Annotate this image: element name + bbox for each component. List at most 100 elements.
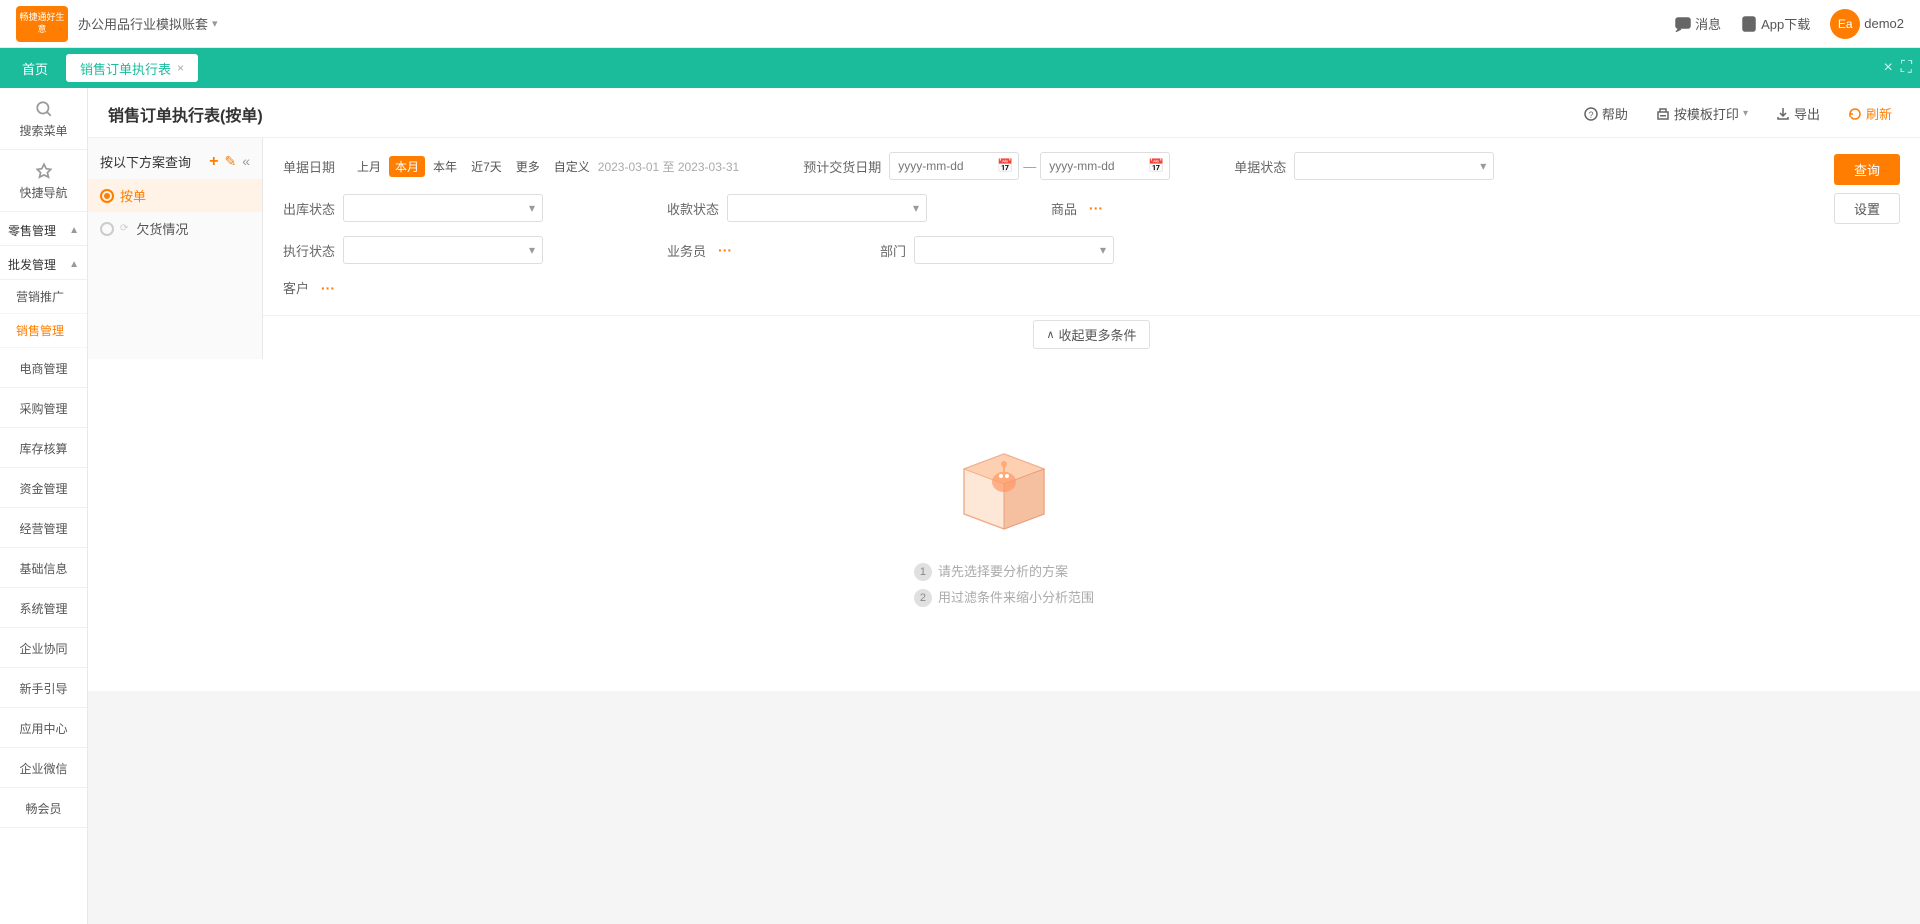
refresh-label: 刷新: [1866, 104, 1892, 123]
sidebar-item-enterprise[interactable]: 企业协同: [0, 628, 87, 668]
sidebar-item-newbie[interactable]: 新手引导: [0, 668, 87, 708]
empty-state: 1 请先选择要分析的方案 2 用过滤条件来缩小分析范围: [88, 359, 1920, 691]
nav-dropdown-icon: ▾: [212, 17, 218, 30]
user-avatar: Ea: [1830, 9, 1860, 39]
quick-date-this-year[interactable]: 本年: [427, 156, 463, 177]
message-label: 消息: [1695, 14, 1721, 33]
tab-active[interactable]: 销售订单执行表 ×: [66, 54, 198, 82]
maximize-icon[interactable]: ⛶: [1901, 60, 1912, 76]
date-field-label: 单据日期: [283, 157, 335, 176]
sidebar-operations-label: 经营管理: [19, 520, 67, 537]
scheme-add-btn[interactable]: +: [209, 153, 218, 171]
header-right: 消息 App下载 Ea demo2: [1675, 9, 1904, 39]
scheme-collapse-btn[interactable]: «: [242, 153, 250, 171]
filter-date-field: 单据日期 上月 本月 本年 近7天 更多 自定义: [283, 156, 739, 177]
sidebar-item-inventory[interactable]: 库存核算: [0, 428, 87, 468]
sidebar-inventory-label: 库存核算: [19, 440, 67, 457]
status-select[interactable]: [1294, 152, 1494, 180]
date-start-input[interactable]: [889, 152, 1019, 180]
quick-date-more[interactable]: 更多: [510, 156, 546, 177]
quick-date-btns: 上月 本月 本年 近7天 更多 自定义: [351, 156, 596, 177]
collapse-btn[interactable]: ∧ 收起更多条件: [1033, 320, 1149, 349]
sidebar-item-system[interactable]: 系统管理: [0, 588, 87, 628]
sidebar-quick-nav[interactable]: 快捷导航: [0, 150, 87, 212]
tab-home[interactable]: 首页: [8, 54, 62, 82]
print-label: 按模板打印: [1674, 104, 1739, 123]
payment-select[interactable]: [727, 194, 927, 222]
refresh-icon: [1848, 107, 1862, 121]
filter-top-area: 单据日期 上月 本月 本年 近7天 更多 自定义: [263, 138, 1920, 315]
app-logo: 畅捷通好生意: [16, 6, 68, 42]
dept-select[interactable]: [914, 236, 1114, 264]
sidebar-item-apps[interactable]: 应用中心: [0, 708, 87, 748]
sidebar-search[interactable]: 搜索菜单: [0, 88, 87, 150]
scheme-item-欠货情况[interactable]: ⟳ 欠货情况: [88, 212, 262, 245]
sidebar-basics-label: 基础信息: [19, 560, 67, 577]
star-icon: [35, 162, 53, 180]
export-btn[interactable]: 导出: [1768, 100, 1828, 127]
filter-customer-field: 客户 ···: [283, 278, 339, 297]
date-end-wrapper: 📅: [1040, 152, 1170, 180]
sidebar-wholesale-label: 批发管理: [8, 256, 56, 273]
quick-date-this-month[interactable]: 本月: [389, 156, 425, 177]
scheme-item-按单[interactable]: 按单: [88, 179, 262, 212]
goods-picker-btn[interactable]: ···: [1085, 200, 1107, 216]
customer-picker-btn[interactable]: ···: [317, 280, 339, 296]
sidebar-item-basics[interactable]: 基础信息: [0, 548, 87, 588]
sidebar-enterprise-label: 企业协同: [19, 640, 67, 657]
scheme-item-dot-active: [100, 189, 114, 203]
tab-bar: 首页 销售订单执行表 × × ⛶: [0, 48, 1920, 88]
scheme-edit-btn[interactable]: ✎: [224, 153, 236, 171]
page-panel: 销售订单执行表(按单) ? 帮助 按模板打印 ▾ 导出: [88, 88, 1920, 691]
sidebar-item-sales[interactable]: 销售管理: [0, 314, 87, 348]
salesperson-picker-btn[interactable]: ···: [714, 242, 736, 258]
quick-date-custom[interactable]: 自定义: [548, 156, 596, 177]
user-name: demo2: [1864, 16, 1904, 31]
search-btn[interactable]: 查询: [1834, 154, 1900, 185]
scheme-item-label-1: 欠货情况: [136, 219, 188, 238]
scheme-header-title: 按以下方案查询: [100, 152, 191, 171]
filter-payment-field: 收款状态: [667, 194, 927, 222]
exec-select[interactable]: [343, 236, 543, 264]
export-label: 导出: [1794, 104, 1820, 123]
sidebar-item-wechat[interactable]: 企业微信: [0, 748, 87, 788]
sidebar-item-marketing[interactable]: 营销推广: [0, 280, 87, 314]
filter-action-col: 查询 设置: [1834, 152, 1900, 224]
sidebar-item-operations[interactable]: 经营管理: [0, 508, 87, 548]
filter-dept-field: 部门: [880, 236, 1114, 264]
sidebar-apps-label: 应用中心: [19, 720, 67, 737]
sidebar-search-label: 搜索菜单: [19, 122, 67, 139]
tab-close-btn[interactable]: ×: [177, 62, 184, 74]
sidebar-item-wholesale[interactable]: 批发管理 ▲: [0, 246, 87, 280]
quick-date-last-month[interactable]: 上月: [351, 156, 387, 177]
message-btn[interactable]: 消息: [1675, 14, 1721, 33]
sidebar-item-purchase[interactable]: 采购管理: [0, 388, 87, 428]
sidebar-item-retail[interactable]: 零售管理 ▲: [0, 212, 87, 246]
print-btn[interactable]: 按模板打印 ▾: [1648, 100, 1756, 127]
settings-btn[interactable]: 设置: [1834, 193, 1900, 224]
sidebar-item-ecommerce[interactable]: 电商管理: [0, 348, 87, 388]
close-window-icon[interactable]: ×: [1883, 60, 1892, 76]
export-icon: [1776, 107, 1790, 121]
sidebar-ecommerce-label: 电商管理: [19, 360, 67, 377]
refresh-btn[interactable]: 刷新: [1840, 100, 1900, 127]
help-btn[interactable]: ? 帮助: [1576, 100, 1636, 127]
sidebar-quick-nav-label: 快捷导航: [19, 184, 67, 201]
user-menu[interactable]: Ea demo2: [1830, 9, 1904, 39]
step-num-2: 2: [914, 589, 932, 607]
scheme-header: 按以下方案查询 + ✎ «: [88, 148, 262, 179]
quick-date-last7days[interactable]: 近7天: [465, 156, 508, 177]
date-end-input[interactable]: [1040, 152, 1170, 180]
tab-bar-right: × ⛶: [1883, 60, 1912, 76]
sidebar-item-members[interactable]: 畅会员: [0, 788, 87, 828]
date-start-wrapper: 📅: [889, 152, 1019, 180]
sidebar-finance-label: 资金管理: [19, 480, 67, 497]
delivery-select[interactable]: [343, 194, 543, 222]
middle-area: 按以下方案查询 + ✎ « 按单: [88, 138, 1920, 359]
sidebar-item-finance[interactable]: 资金管理: [0, 468, 87, 508]
nav-title[interactable]: 办公用品行业模拟账套 ▾: [78, 14, 218, 33]
sidebar: 搜索菜单 快捷导航 零售管理 ▲ 批发管理 ▲ 营销推广 销售管理 电商管理 采…: [0, 88, 88, 924]
filter-expected-date-field: 预计交货日期 📅 —: [803, 152, 1170, 180]
app-download-btn[interactable]: App下载: [1741, 14, 1810, 33]
message-icon: [1675, 16, 1691, 32]
